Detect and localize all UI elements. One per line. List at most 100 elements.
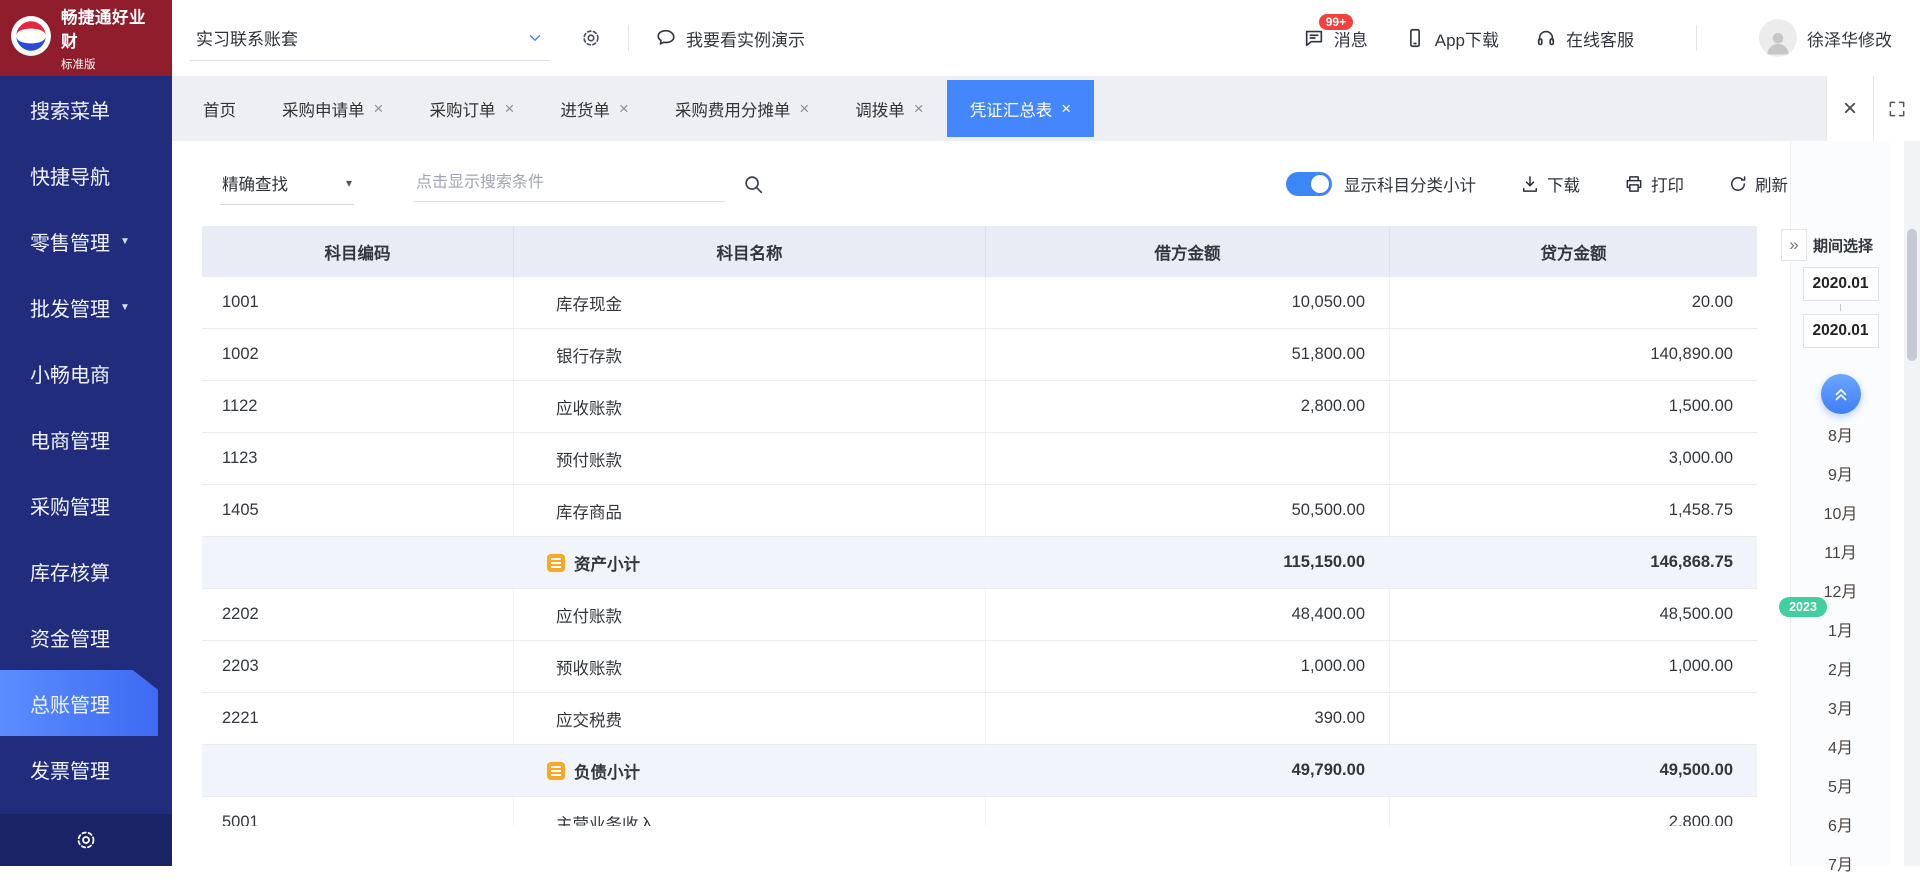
voucher-summary-table: 科目编码 科目名称 借方金额 贷方金额 1001 库存现金 10,050.00 …	[202, 226, 1757, 826]
sidebar-item-purchasing[interactable]: 采购管理	[0, 472, 172, 538]
download-icon	[1523, 175, 1537, 192]
period-panel: » 期间选择 2020.01 2020.01 8月 9月 10月 11月 12月…	[1779, 141, 1890, 874]
close-icon[interactable]: ×	[619, 100, 629, 117]
table-row[interactable]: 2202 应付账款 48,400.00 48,500.00	[202, 589, 1757, 641]
download-button[interactable]: 下载	[1520, 172, 1580, 196]
tab-purchase-order[interactable]: 采购订单 ×	[406, 76, 537, 141]
sidebar-menu: 搜索菜单 快捷导航 零售管理 ▼ 批发管理 ▼ 小畅电商 电商管理 采购管理 库存核…	[0, 76, 172, 802]
user-menu[interactable]: 徐泽华修改	[1759, 19, 1892, 57]
month-list: 8月 9月 10月 11月 12月 1月 2月 3月 4月 5月 6月 7月	[1791, 414, 1890, 882]
sidebar-item-ecommerce[interactable]: 电商管理	[0, 406, 172, 472]
demo-link[interactable]: 我要看实例演示	[655, 26, 805, 51]
printer-icon	[1626, 175, 1642, 192]
brand-edition: 标准版	[61, 59, 96, 71]
month-item[interactable]: 7月	[1791, 843, 1890, 882]
sidebar-item-xiaochang-ecom[interactable]: 小畅电商	[0, 340, 172, 406]
phone-icon	[1404, 27, 1426, 49]
chevron-down-icon: ▼	[120, 235, 130, 247]
month-item[interactable]: 6月	[1791, 804, 1890, 843]
month-item[interactable]: 10月	[1791, 492, 1890, 531]
vertical-scrollbar[interactable]	[1904, 141, 1920, 866]
sidebar-item-retail[interactable]: 零售管理 ▼	[0, 208, 172, 274]
month-item[interactable]: 11月	[1791, 531, 1890, 570]
column-header-account-code: 科目编码	[202, 226, 514, 277]
close-icon: ×	[1842, 94, 1857, 122]
collapse-panel-icon[interactable]: »	[1781, 229, 1807, 261]
user-name: 徐泽华修改	[1807, 30, 1892, 50]
month-item[interactable]: 8月	[1791, 414, 1890, 453]
search-input[interactable]	[414, 165, 726, 202]
month-item[interactable]: 9月	[1791, 453, 1890, 492]
month-item[interactable]: 2月	[1791, 648, 1890, 687]
table-row[interactable]: 2221 应交税费 390.00	[202, 693, 1757, 745]
chevron-down-icon: ▼	[120, 301, 130, 313]
close-icon[interactable]: ×	[374, 100, 384, 117]
subtotal-toggle-label: 显示科目分类小计	[1344, 176, 1476, 195]
topbar-right: 99+ 消息 App下载 在线客服 徐泽华修改	[1303, 11, 1892, 57]
tab-home[interactable]: 首页	[180, 76, 259, 141]
refresh-button[interactable]: 刷新	[1728, 172, 1788, 196]
column-header-debit-amount: 借方金额	[986, 226, 1390, 277]
table-row[interactable]: 2203 预收账款 1,000.00 1,000.00	[202, 641, 1757, 693]
scroll-up-button[interactable]	[1820, 374, 1861, 414]
sidebar-item-inventory-accounting[interactable]: 库存核算	[0, 538, 172, 604]
app-download-button[interactable]: App下载	[1404, 26, 1499, 51]
double-chevron-up-icon	[1835, 389, 1846, 401]
sidebar-settings-gear-icon[interactable]	[0, 814, 172, 866]
column-header-account-name: 科目名称	[514, 226, 986, 277]
subtotal-row-assets[interactable]: 资产小计 115,150.00 146,868.75	[202, 537, 1757, 589]
refresh-icon	[1731, 175, 1746, 191]
tab-voucher-summary[interactable]: 凭证汇总表 ×	[946, 80, 1095, 137]
table-row[interactable]: 1123 预付账款 3,000.00	[202, 433, 1757, 485]
month-item[interactable]: 3月	[1791, 687, 1890, 726]
messages-badge: 99+	[1316, 11, 1356, 32]
close-icon[interactable]: ×	[914, 100, 924, 117]
table-row[interactable]: 5001 主营业务收入 2,800.00	[202, 797, 1757, 826]
period-end[interactable]: 2020.01	[1802, 314, 1879, 348]
sidebar-item-wholesale[interactable]: 批发管理 ▼	[0, 274, 172, 340]
search-mode-select[interactable]: 精确查找 ▾	[220, 162, 354, 205]
tab-purchase-request[interactable]: 采购申请单 ×	[259, 76, 406, 141]
account-set-select[interactable]: 实习联系账套	[190, 15, 550, 61]
sidebar-item-funds[interactable]: 资金管理	[0, 604, 172, 670]
expand-icon	[1889, 101, 1905, 116]
table-row[interactable]: 1405 库存商品 50,500.00 1,458.75	[202, 485, 1757, 537]
online-service-button[interactable]: 在线客服	[1535, 26, 1634, 51]
close-icon[interactable]: ×	[799, 100, 809, 117]
tab-transfer-order[interactable]: 调拨单 ×	[832, 76, 946, 141]
sidebar-item-invoices[interactable]: 发票管理	[0, 736, 172, 802]
table-row[interactable]: 1122 应收账款 2,800.00 1,500.00	[202, 381, 1757, 433]
close-icon[interactable]: ×	[504, 100, 514, 117]
avatar	[1759, 19, 1797, 57]
sidebar-item-search-menu[interactable]: 搜索菜单	[0, 76, 172, 142]
close-icon[interactable]: ×	[1061, 100, 1071, 117]
fullscreen-button[interactable]	[1873, 76, 1920, 141]
subtotal-icon	[547, 761, 565, 780]
subtotal-toggle[interactable]	[1286, 171, 1332, 196]
settings-gear-icon[interactable]	[580, 27, 602, 49]
month-item[interactable]: 5月	[1791, 765, 1890, 804]
sidebar-item-quick-nav[interactable]: 快捷导航	[0, 142, 172, 208]
chevron-down-icon: ▾	[345, 176, 352, 190]
close-all-tabs-button[interactable]: ×	[1826, 76, 1873, 141]
divider	[1696, 25, 1697, 51]
chevron-down-icon	[526, 29, 544, 47]
period-start[interactable]: 2020.01	[1802, 267, 1879, 301]
tab-goods-receipt[interactable]: 进货单 ×	[537, 76, 651, 141]
sidebar: 畅捷通好业财 标准版 搜索菜单 快捷导航 零售管理 ▼ 批发管理 ▼ 小畅电商 电商…	[0, 0, 172, 866]
year-badge: 2023	[1779, 597, 1827, 617]
tabbar-actions: ×	[1826, 76, 1920, 141]
divider	[1840, 304, 1841, 311]
table-row[interactable]: 1002 银行存款 51,800.00 140,890.00	[202, 329, 1757, 381]
scrollbar-thumb[interactable]	[1907, 229, 1917, 361]
main-content: 精确查找 ▾ 显示科目分类小计 下载 打印 刷新 科目编码	[172, 141, 1920, 866]
print-button[interactable]: 打印	[1624, 172, 1684, 196]
search-icon[interactable]	[742, 173, 764, 195]
table-row[interactable]: 1001 库存现金 10,050.00 20.00	[202, 277, 1757, 329]
messages-button[interactable]: 99+ 消息	[1303, 11, 1368, 51]
sidebar-item-general-ledger[interactable]: 总账管理	[0, 670, 158, 736]
month-item[interactable]: 4月	[1791, 726, 1890, 765]
brand-logo-icon	[10, 15, 52, 62]
tab-purchase-cost-allocation[interactable]: 采购费用分摊单 ×	[652, 76, 832, 141]
subtotal-row-liabilities[interactable]: 负债小计 49,790.00 49,500.00	[202, 745, 1757, 797]
